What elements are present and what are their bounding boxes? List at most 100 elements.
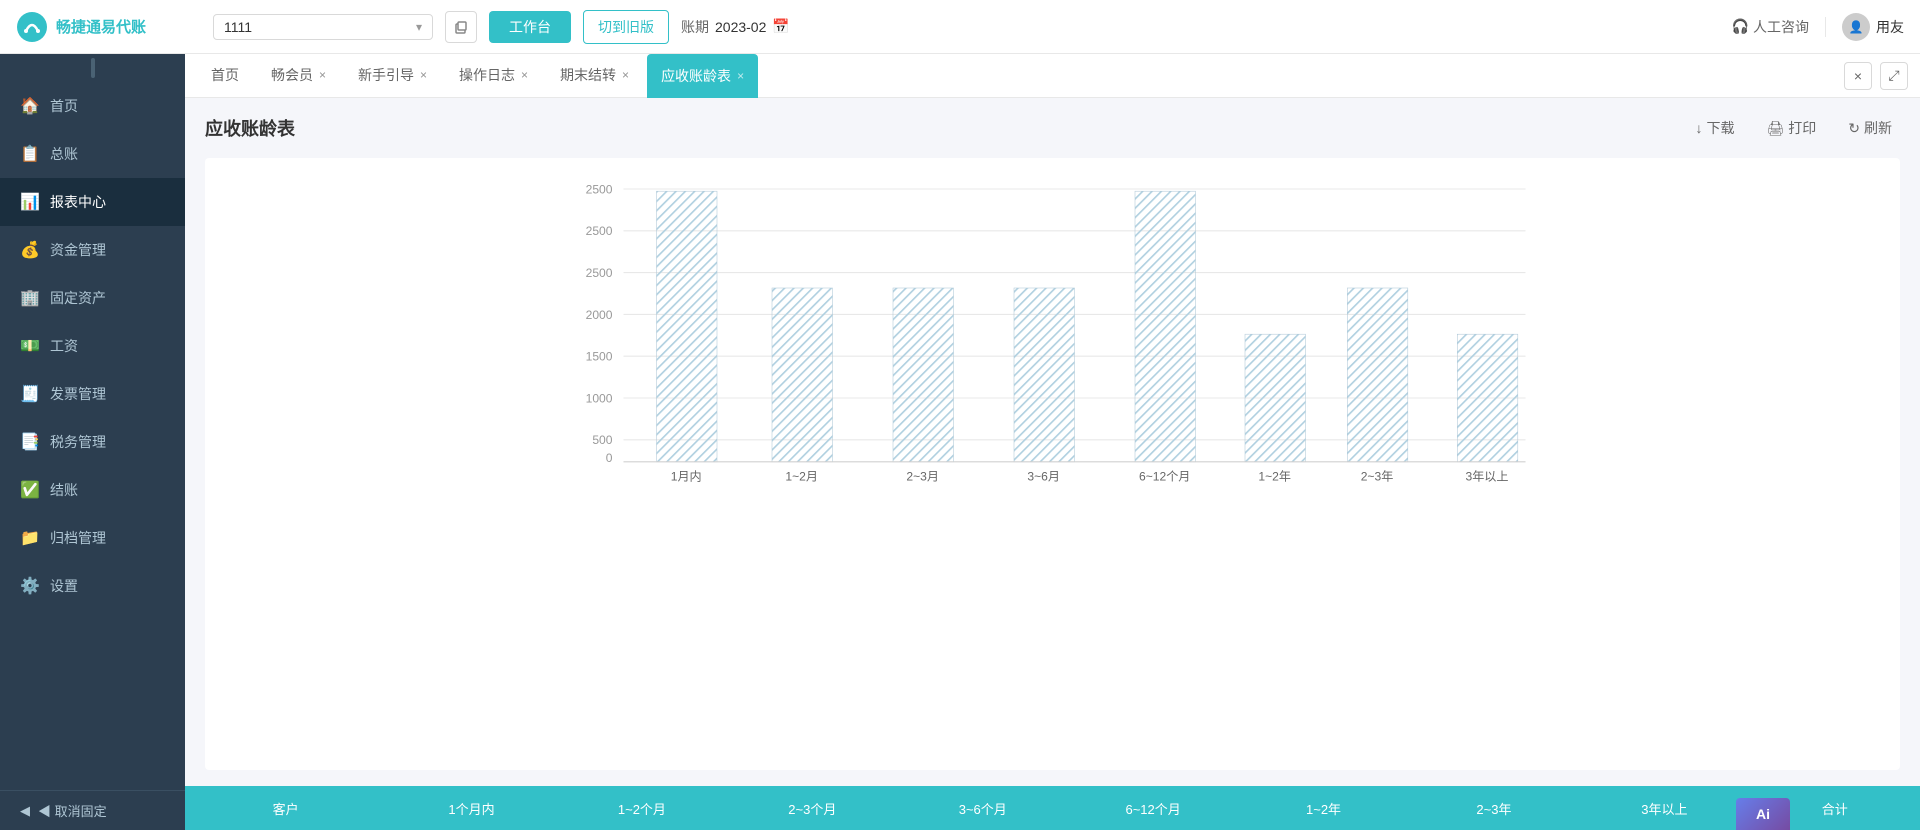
sidebar-label-checkout: 结账 [50,480,78,500]
refresh-button[interactable]: ↻ 刷新 [1840,114,1900,142]
tab-period-end[interactable]: 期末结转 × [546,54,643,98]
sidebar-label-archive: 归档管理 [50,528,106,548]
sidebar-label-reports: 报表中心 [50,192,106,212]
reports-icon: 📊 [20,192,40,212]
avatar-icon: 👤 [1849,20,1864,34]
svg-text:3年以上: 3年以上 [1465,470,1508,484]
sidebar-label-ledger: 总账 [50,144,78,164]
sidebar-item-salary[interactable]: 💵 工资 [0,322,185,370]
svg-text:2~3月: 2~3月 [906,470,939,484]
tab-ar-aging-close[interactable]: × [737,69,744,83]
tab-home[interactable]: 首页 [197,54,253,98]
sidebar-item-tax[interactable]: 📑 税务管理 [0,418,185,466]
calendar-icon[interactable]: 📅 [772,18,789,35]
download-icon: ↓ [1695,120,1702,136]
user-area[interactable]: 👤 用友 [1842,13,1904,41]
workbench-button[interactable]: 工作台 [489,11,571,43]
copy-icon [453,19,469,35]
header: 畅捷通易代账 1111 ▾ 工作台 切到旧版 账期 2023-02 📅 🎧 人工… [0,0,1920,54]
cancel-fixed-label: ◀ 取消固定 [38,801,107,820]
refresh-label: 刷新 [1864,118,1892,138]
company-name: 1111 [224,19,410,35]
svg-text:1~2年: 1~2年 [1258,470,1291,484]
sidebar-item-settings[interactable]: ⚙️ 设置 [0,562,185,610]
svg-text:2500: 2500 [586,182,613,196]
svg-text:1~2月: 1~2月 [785,470,818,484]
tab-period-end-close[interactable]: × [622,68,629,82]
chart-container: 2500 2500 2500 2000 1500 1000 500 0 [205,158,1900,770]
sidebar-item-assets[interactable]: 🏢 固定资产 [0,274,185,322]
period-value: 2023-02 [715,19,766,35]
sidebar-item-invoice[interactable]: 🧾 发票管理 [0,370,185,418]
cancel-fixed-button[interactable]: ◀ ◀ 取消固定 [0,790,185,830]
page-content: 应收账龄表 ↓ 下载 🖨 打印 ↻ 刷新 [185,98,1920,786]
headset-icon: 🎧 [1732,18,1749,35]
tab-member[interactable]: 畅会员 × [257,54,340,98]
tab-oplog-label: 操作日志 [459,65,515,85]
th-1month: 1个月内 [386,799,556,818]
th-3-6month: 3~6个月 [898,799,1068,818]
sidebar-item-archive[interactable]: 📁 归档管理 [0,514,185,562]
archive-icon: 📁 [20,528,40,548]
ledger-icon: 📋 [20,144,40,164]
tab-ar-aging-label: 应收账龄表 [661,66,731,86]
tab-guide-close[interactable]: × [420,68,427,82]
sidebar-label-home: 首页 [50,96,78,116]
period-label: 账期 [681,17,709,37]
funds-icon: 💰 [20,240,40,260]
chart-svg: 2500 2500 2500 2000 1500 1000 500 0 [225,178,1880,508]
logo-area: 畅捷通易代账 [16,11,201,43]
page-title: 应收账龄表 [205,115,295,141]
sidebar-item-checkout[interactable]: ✅ 结账 [0,466,185,514]
tabs-actions: × ⤢ [1844,62,1908,90]
tab-period-end-label: 期末结转 [560,65,616,85]
svg-text:2500: 2500 [586,266,613,280]
sidebar-item-home[interactable]: 🏠 首页 [0,82,185,130]
th-2-3month: 2~3个月 [727,799,897,818]
sidebar-label-salary: 工资 [50,336,78,356]
tab-member-close[interactable]: × [319,68,326,82]
sidebar-item-reports[interactable]: 📊 报表中心 [0,178,185,226]
consultation-button[interactable]: 🎧 人工咨询 [1732,17,1809,37]
ai-label: Ai [1756,806,1770,822]
sidebar-label-tax: 税务管理 [50,432,106,452]
tab-oplog[interactable]: 操作日志 × [445,54,542,98]
sidebar-label-invoice: 发票管理 [50,384,106,404]
home-icon: 🏠 [20,96,40,116]
salary-icon: 💵 [20,336,40,356]
svg-text:500: 500 [592,433,612,447]
tab-close-all-button[interactable]: × [1844,62,1872,90]
print-button[interactable]: 🖨 打印 [1758,114,1824,142]
settings-icon: ⚙️ [20,576,40,596]
tab-expand-button[interactable]: ⤢ [1880,62,1908,90]
tab-oplog-close[interactable]: × [521,68,528,82]
download-label: 下载 [1706,118,1734,138]
ai-badge[interactable]: Ai [1736,798,1790,830]
logo-icon [16,11,48,43]
svg-text:1000: 1000 [586,391,613,405]
sidebar-item-ledger[interactable]: 📋 总账 [0,130,185,178]
download-button[interactable]: ↓ 下载 [1687,114,1742,142]
sidebar-scroll: 🏠 首页 📋 总账 📊 报表中心 💰 资金管理 🏢 固定资产 💵 工资 [0,54,185,790]
scroll-up-indicator [91,58,95,78]
period-area: 账期 2023-02 📅 [681,17,790,37]
refresh-icon: ↻ [1848,120,1860,137]
tab-home-label: 首页 [211,65,239,85]
logo-text: 畅捷通易代账 [56,16,146,37]
th-6-12month: 6~12个月 [1068,799,1238,818]
svg-text:1月内: 1月内 [671,470,702,484]
svg-text:2000: 2000 [586,308,613,322]
company-selector[interactable]: 1111 ▾ [213,14,433,40]
sidebar-item-funds[interactable]: 💰 资金管理 [0,226,185,274]
user-name: 用友 [1876,17,1904,37]
consultation-label: 人工咨询 [1753,17,1809,37]
tab-ar-aging[interactable]: 应收账龄表 × [647,54,758,98]
copy-button[interactable] [445,11,477,43]
th-3year-plus: 3年以上 [1579,799,1749,818]
bar-chart: 2500 2500 2500 2000 1500 1000 500 0 [225,178,1880,508]
tab-guide-label: 新手引导 [358,65,414,85]
header-right: 🎧 人工咨询 👤 用友 [1732,13,1904,41]
tab-guide[interactable]: 新手引导 × [344,54,441,98]
divider [1825,17,1826,37]
switch-old-button[interactable]: 切到旧版 [583,10,669,44]
